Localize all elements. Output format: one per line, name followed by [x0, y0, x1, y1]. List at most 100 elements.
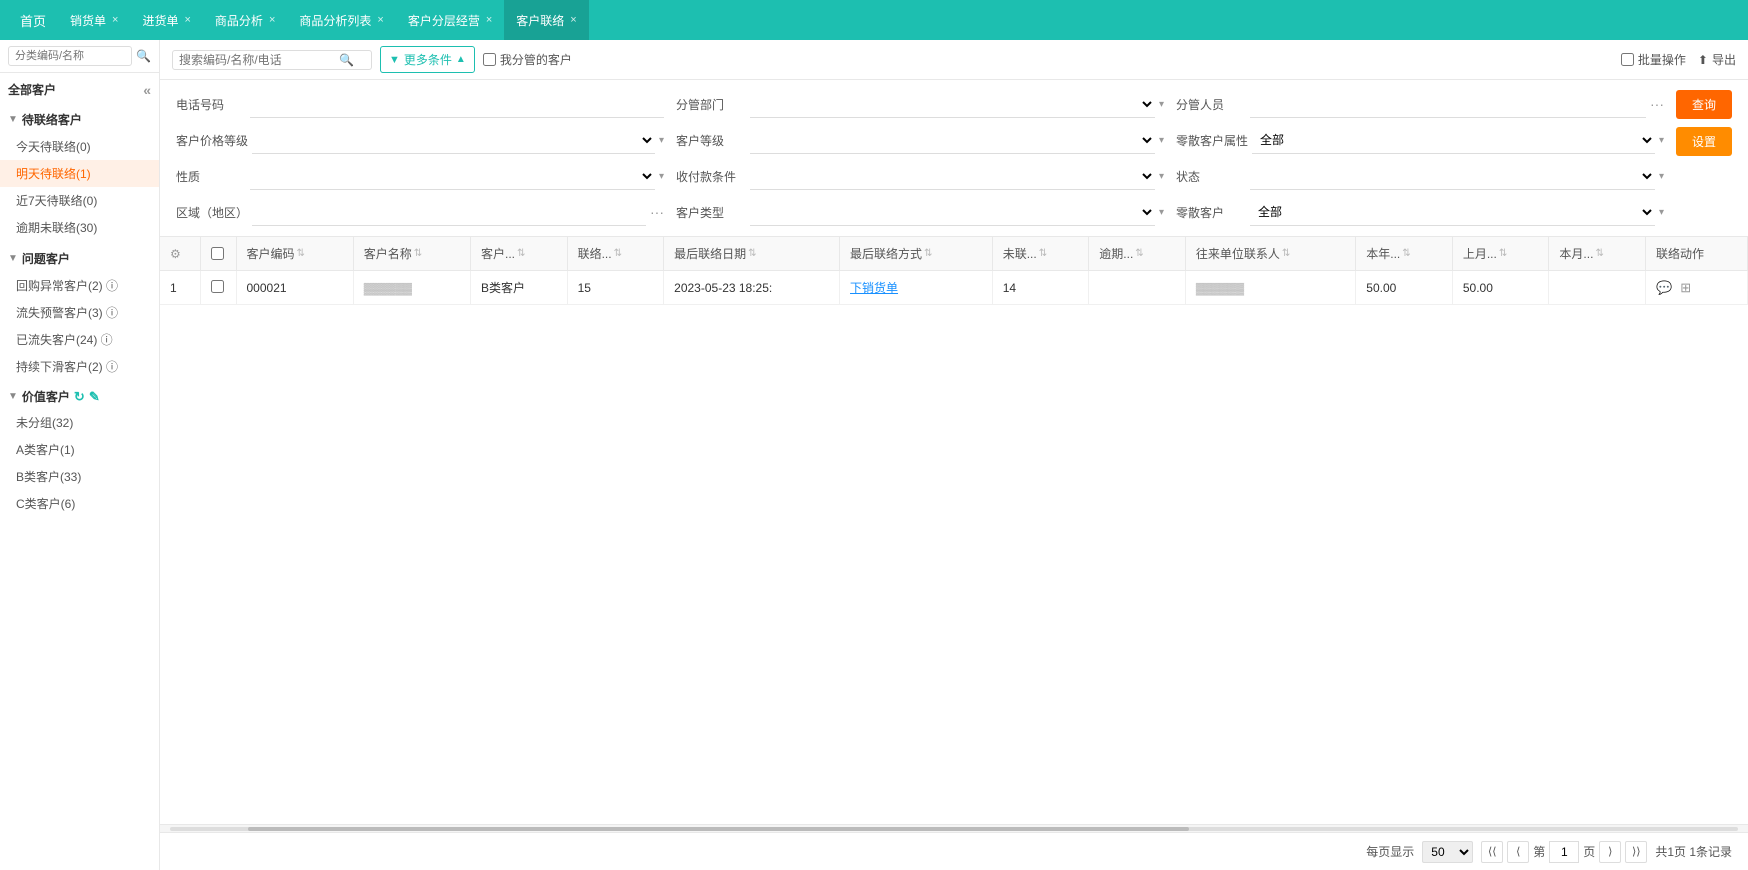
batch-checkbox[interactable] — [1621, 53, 1634, 66]
first-page-button[interactable]: ⟨⟨ — [1481, 841, 1503, 863]
sort-icon[interactable]: ⇅ — [297, 248, 305, 259]
prev-page-button[interactable]: ⟨ — [1507, 841, 1529, 863]
filter-manager-input[interactable] — [1250, 90, 1646, 118]
sidebar-item-tier-b[interactable]: B类客户(33) — [0, 463, 159, 490]
cell-uncontacted: 14 — [992, 271, 1089, 305]
sort-icon[interactable]: ⇅ — [1282, 248, 1290, 259]
cell-checkbox — [200, 271, 236, 305]
filter-customer-type: 客户类型 ▾ — [676, 198, 1164, 226]
filter-panel: 电话号码 分管部门 ▾ 分管人员 — [160, 80, 1748, 237]
sort-icon[interactable]: ⇅ — [748, 248, 756, 259]
sidebar-item-ungrouped[interactable]: 未分组(32) — [0, 409, 159, 436]
batch-operation-button[interactable]: 批量操作 — [1621, 51, 1686, 68]
refresh-icon[interactable]: ↻ — [74, 389, 85, 405]
query-button[interactable]: 查询 — [1676, 90, 1732, 119]
filter-customer-tier-select[interactable] — [750, 126, 1155, 154]
filter-price-tier-select[interactable] — [252, 126, 655, 154]
th-name: 客户名称 ⇅ — [353, 237, 470, 271]
sort-icon[interactable]: ⇅ — [517, 248, 525, 259]
toolbar: 🔍 ▼ 更多条件 ▲ 我分管的客户 批量操作 ⬆ 导出 — [160, 40, 1748, 80]
sort-icon[interactable]: ⇅ — [1135, 248, 1143, 259]
sidebar-item-churn-warning[interactable]: 流失预警客户(3) ⓘ — [0, 299, 159, 326]
sidebar-search-input[interactable] — [8, 46, 132, 66]
sort-icon[interactable]: ⇅ — [414, 248, 422, 259]
row-checkbox[interactable] — [211, 280, 224, 293]
sidebar-item-tier-a[interactable]: A类客户(1) — [0, 436, 159, 463]
close-icon[interactable]: × — [269, 14, 275, 26]
sidebar-item-tier-c[interactable]: C类客户(6) — [0, 490, 159, 517]
filter-customer-type-select[interactable] — [750, 198, 1155, 226]
sort-icon[interactable]: ⇅ — [1595, 248, 1603, 259]
contact-method-link[interactable]: 下销货单 — [850, 281, 898, 295]
close-icon[interactable]: × — [112, 14, 118, 26]
sidebar-section-value: ▼ 价值客户 ↻ ✎ — [0, 380, 159, 409]
sidebar-item-churned[interactable]: 已流失客户(24) ⓘ — [0, 326, 159, 353]
cell-contacts: 15 — [567, 271, 664, 305]
sidebar-item-declining[interactable]: 持续下滑客户(2) ⓘ — [0, 353, 159, 380]
search-icon[interactable]: 🔍 — [339, 53, 354, 67]
cell-overdue — [1089, 271, 1186, 305]
th-last-contact-method: 最后联络方式 ⇅ — [840, 237, 993, 271]
sort-icon[interactable]: ⇅ — [1039, 248, 1047, 259]
sidebar-item-tomorrow-contact[interactable]: 明天待联络(1) — [0, 160, 159, 187]
sidebar-section-pending[interactable]: 待联络客户 — [0, 106, 159, 133]
per-page-select[interactable]: 50 100 200 — [1422, 841, 1473, 863]
sidebar-section-problem[interactable]: 问题客户 — [0, 245, 159, 272]
close-icon[interactable]: × — [184, 14, 190, 26]
filter-dept-select[interactable] — [750, 90, 1155, 118]
filter-phone-input[interactable] — [250, 90, 664, 118]
comment-icon[interactable]: 💬 — [1656, 280, 1672, 296]
filter-region-input[interactable] — [252, 198, 646, 226]
nav-home[interactable]: 首页 — [8, 0, 58, 40]
close-icon[interactable]: × — [377, 14, 383, 26]
nav-purchase-order[interactable]: 进货单 × — [130, 0, 202, 40]
filter-nature-label: 性质 — [176, 168, 246, 185]
filter-dept: 分管部门 ▾ — [676, 90, 1164, 118]
sidebar-item-today-contact[interactable]: 今天待联络(0) — [0, 133, 159, 160]
export-button[interactable]: ⬆ 导出 — [1698, 51, 1736, 68]
select-all-checkbox[interactable] — [211, 247, 224, 260]
sort-icon[interactable]: ⇅ — [924, 248, 932, 259]
filter-status-select[interactable] — [1250, 162, 1655, 190]
filter-actions: 查询 设置 — [1676, 90, 1732, 156]
filter-retail-attr-select[interactable]: 全部 — [1252, 126, 1655, 154]
sidebar-search-icon[interactable]: 🔍 — [136, 49, 151, 63]
nav-customer-tier[interactable]: 客户分层经营 × — [396, 0, 504, 40]
nav-product-analysis[interactable]: 商品分析 × — [203, 0, 287, 40]
edit-icon[interactable]: ✎ — [89, 389, 100, 405]
cell-code: 000021 — [236, 271, 353, 305]
chevron-down-icon: ▾ — [659, 135, 664, 146]
close-icon[interactable]: × — [570, 14, 576, 26]
scrollbar-thumb[interactable] — [248, 827, 1189, 831]
last-page-button[interactable]: ⟩⟩ — [1625, 841, 1647, 863]
more-filter-button[interactable]: ▼ 更多条件 ▲ — [380, 46, 475, 73]
nav-customer-contact[interactable]: 客户联络 × — [504, 0, 588, 40]
sidebar-item-abnormal-repurchase[interactable]: 回购异常客户(2) ⓘ — [0, 272, 159, 299]
current-page-input[interactable] — [1549, 841, 1579, 863]
search-input[interactable] — [179, 53, 339, 67]
nav-sales-order[interactable]: 销货单 × — [58, 0, 130, 40]
sidebar-item-overdue-contact[interactable]: 逾期未联络(30) — [0, 214, 159, 241]
collapse-icon[interactable]: « — [143, 82, 151, 98]
filter-retail-attr-label: 零散客户属性 — [1176, 132, 1248, 149]
my-customers-checkbox-item[interactable]: 我分管的客户 — [483, 51, 572, 68]
close-icon[interactable]: × — [486, 14, 492, 26]
nav-product-analysis-list[interactable]: 商品分析列表 × — [287, 0, 395, 40]
filter-retail-customer-select[interactable]: 全部 — [1250, 198, 1655, 226]
sidebar-item-7days-contact[interactable]: 近7天待联络(0) — [0, 187, 159, 214]
gear-settings-icon[interactable]: ⚙ — [170, 247, 181, 261]
set-button[interactable]: 设置 — [1676, 127, 1732, 156]
filter-retail-attr: 零散客户属性 全部 ▾ — [1176, 126, 1664, 154]
filter-payment-select[interactable] — [750, 162, 1155, 190]
next-page-button[interactable]: ⟩ — [1599, 841, 1621, 863]
horizontal-scrollbar[interactable] — [160, 824, 1748, 832]
filter-manager-label: 分管人员 — [1176, 96, 1246, 113]
grid-icon[interactable]: ⊞ — [1680, 280, 1691, 296]
filter-nature-select[interactable] — [250, 162, 655, 190]
filter-dots-icon[interactable]: ··· — [1650, 96, 1664, 112]
my-customers-checkbox[interactable] — [483, 53, 496, 66]
sort-icon[interactable]: ⇅ — [1402, 248, 1410, 259]
sort-icon[interactable]: ⇅ — [1499, 248, 1507, 259]
sort-icon[interactable]: ⇅ — [614, 248, 622, 259]
filter-dots-region-icon[interactable]: ··· — [650, 204, 664, 220]
